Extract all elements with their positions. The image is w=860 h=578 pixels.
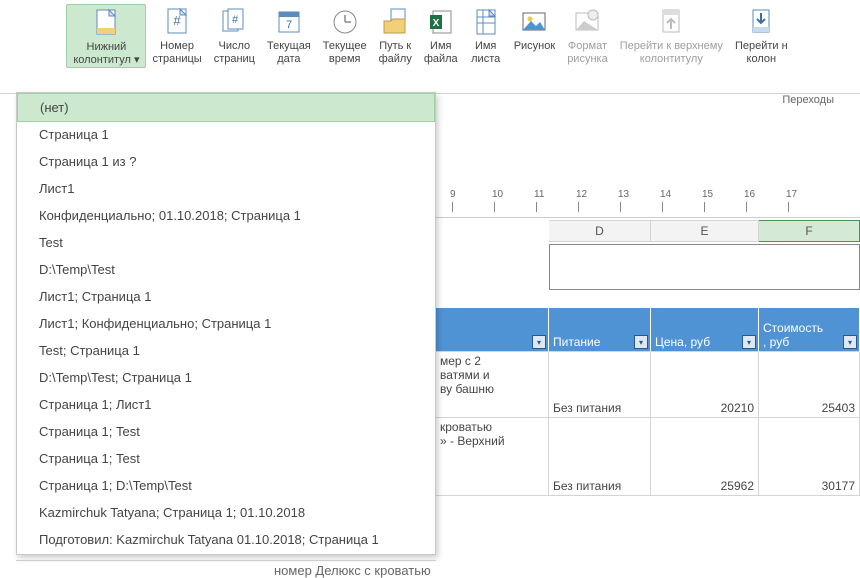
footer-preset-item[interactable]: Страница 1 из ? [17, 148, 435, 175]
svg-text:X: X [432, 18, 439, 29]
footer-preset-item[interactable]: D:\Temp\Test [17, 256, 435, 283]
hash-icon: # [161, 6, 193, 38]
footer-preset-item[interactable]: Test; Страница 1 [17, 337, 435, 364]
filter-icon[interactable]: ▾ [532, 335, 546, 349]
cell-desc[interactable]: кроватью » - Верхний [436, 418, 549, 496]
page-icon [90, 7, 122, 39]
ribbon-btn-label: Нижний колонтитул ▾ [73, 41, 139, 67]
ribbon-btn-label: Перейти к верхнему колонтитулу [620, 40, 723, 66]
ribbon-btn-filepath[interactable]: Путь к файлу [373, 4, 418, 68]
cell-price[interactable]: 25962 [651, 418, 759, 496]
footer-preset-item[interactable]: Test [17, 229, 435, 256]
ribbon-btn-curdate[interactable]: 7 Текущая дата [261, 4, 317, 68]
column-header-row: D E F [436, 220, 860, 242]
column-header-F[interactable]: F [759, 220, 860, 242]
cell-desc[interactable]: мер с 2 ватями и ву башню [436, 352, 549, 418]
svg-text:7: 7 [286, 19, 292, 31]
column-header-E[interactable]: E [651, 220, 759, 242]
ribbon-btn-footer[interactable]: Нижний колонтитул ▾ [66, 4, 146, 68]
footer-preset-item[interactable]: Страница 1; Test [17, 418, 435, 445]
footer-preset-item[interactable]: Лист1; Конфиденциально; Страница 1 [17, 310, 435, 337]
ribbon-btn-goftr[interactable]: Перейти н колон [729, 4, 794, 68]
cell-price[interactable]: 20210 [651, 352, 759, 418]
footer-preset-item[interactable]: Kazmirchuk Tatyana; Страница 1; 01.10.20… [17, 499, 435, 526]
ribbon-toolbar: Нижний колонтитул ▾#Номер страницы#Число… [0, 0, 860, 94]
ribbon-btn-curtime[interactable]: Текущее время [317, 4, 373, 68]
goheader-icon [655, 6, 687, 38]
footer-preset-item[interactable]: Страница 1; Лист1 [17, 391, 435, 418]
filter-icon[interactable]: ▾ [742, 335, 756, 349]
ribbon-btn-sheetname[interactable]: Имя листа [464, 4, 508, 68]
ruler-tick: 17 [788, 202, 830, 212]
ribbon-btn-label: Перейти н колон [735, 40, 788, 66]
ribbon-btn-label: Текущая дата [267, 40, 311, 66]
table-row-cutoff: номер Делюкс с кроватью [16, 560, 436, 578]
ruler-tick: 12 [578, 202, 620, 212]
ruler-tick: 9 [452, 202, 494, 212]
table-header-blank[interactable]: ▾ [436, 308, 549, 352]
calendar-icon: 7 [273, 6, 305, 38]
ribbon-btn-filename[interactable]: X Имя файла [418, 4, 464, 68]
cell-cost[interactable]: 25403 [759, 352, 860, 418]
ribbon-btn-pagecount[interactable]: # Число страниц [208, 4, 261, 68]
ribbon-btn-label: Имя листа [471, 40, 500, 66]
ribbon-btn-label: Формат рисунка [567, 40, 608, 66]
ruler-tick: 13 [620, 202, 662, 212]
table-row: мер с 2 ватями и ву башню Без питания 20… [436, 352, 860, 418]
ruler-tick: 14 [662, 202, 704, 212]
ribbon-btn-picture[interactable]: Рисунок [508, 4, 562, 68]
ribbon-btn-gohdr: Перейти к верхнему колонтитулу [614, 4, 729, 68]
ribbon-btn-label: Имя файла [424, 40, 458, 66]
footer-preset-item[interactable]: Страница 1; D:\Temp\Test [17, 472, 435, 499]
worksheet-grid: ▾ Питание ▾ Цена, руб ▾ Стоимость , руб … [436, 244, 860, 572]
ribbon-buttons: Нижний колонтитул ▾#Номер страницы#Число… [66, 4, 793, 68]
footer-preset-item[interactable]: Подготовил: Kazmirchuk Tatyana 01.10.201… [17, 526, 435, 553]
table-header-pitanie[interactable]: Питание ▾ [549, 308, 651, 352]
ribbon-btn-label: Число страниц [214, 40, 255, 66]
ribbon-btn-label: Рисунок [514, 40, 556, 53]
cell-meal[interactable]: Без питания [549, 418, 651, 496]
merged-empty-cell[interactable] [549, 244, 860, 290]
ribbon-btn-label: Путь к файлу [379, 40, 412, 66]
hash2-icon: # [218, 6, 250, 38]
cell-meal[interactable]: Без питания [549, 352, 651, 418]
svg-text:#: # [232, 14, 239, 26]
footer-preset-item[interactable]: D:\Temp\Test; Страница 1 [17, 364, 435, 391]
table-header-price[interactable]: Цена, руб ▾ [651, 308, 759, 352]
ribbon-btn-label: Текущее время [323, 40, 367, 66]
ribbon-btn-pagenum[interactable]: #Номер страницы [146, 4, 207, 68]
cell-cost[interactable]: 30177 [759, 418, 860, 496]
folder-icon [379, 6, 411, 38]
filter-icon[interactable]: ▾ [634, 335, 648, 349]
table-row: кроватью » - Верхний Без питания 25962 3… [436, 418, 860, 496]
footer-preset-item[interactable]: Лист1; Страница 1 [17, 283, 435, 310]
worksheet-area: 91011121314151617 D E F ▾ Питание ▾ Цена… [436, 92, 860, 572]
excel-icon: X [425, 6, 457, 38]
ruler-tick: 15 [704, 202, 746, 212]
footer-preset-dropdown: (нет)Страница 1Страница 1 из ?Лист1 Конф… [16, 92, 436, 555]
horizontal-ruler: 91011121314151617 [436, 196, 860, 218]
filter-icon[interactable]: ▾ [843, 335, 857, 349]
column-header-D[interactable]: D [549, 220, 651, 242]
footer-preset-item[interactable]: Страница 1; Test [17, 445, 435, 472]
ruler-tick: 16 [746, 202, 788, 212]
sheet-icon [470, 6, 502, 38]
clock-icon [329, 6, 361, 38]
ribbon-btn-label: Номер страницы [152, 40, 201, 66]
gofooter-icon [745, 6, 777, 38]
footer-preset-item[interactable]: Конфиденциально; 01.10.2018; Страница 1 [17, 202, 435, 229]
ruler-tick: 11 [536, 202, 578, 212]
footer-preset-item[interactable]: Лист1 [17, 175, 435, 202]
table-header-cost[interactable]: Стоимость , руб ▾ [759, 308, 860, 352]
footer-preset-item[interactable]: Страница 1 [17, 121, 435, 148]
table-header-row: ▾ Питание ▾ Цена, руб ▾ Стоимость , руб … [436, 308, 860, 352]
ruler-tick: 10 [494, 202, 536, 212]
footer-preset-item[interactable]: (нет) [17, 93, 435, 122]
picture-icon [518, 6, 550, 38]
ribbon-btn-picfmt: Формат рисунка [561, 4, 614, 68]
picfmt-icon [571, 6, 603, 38]
